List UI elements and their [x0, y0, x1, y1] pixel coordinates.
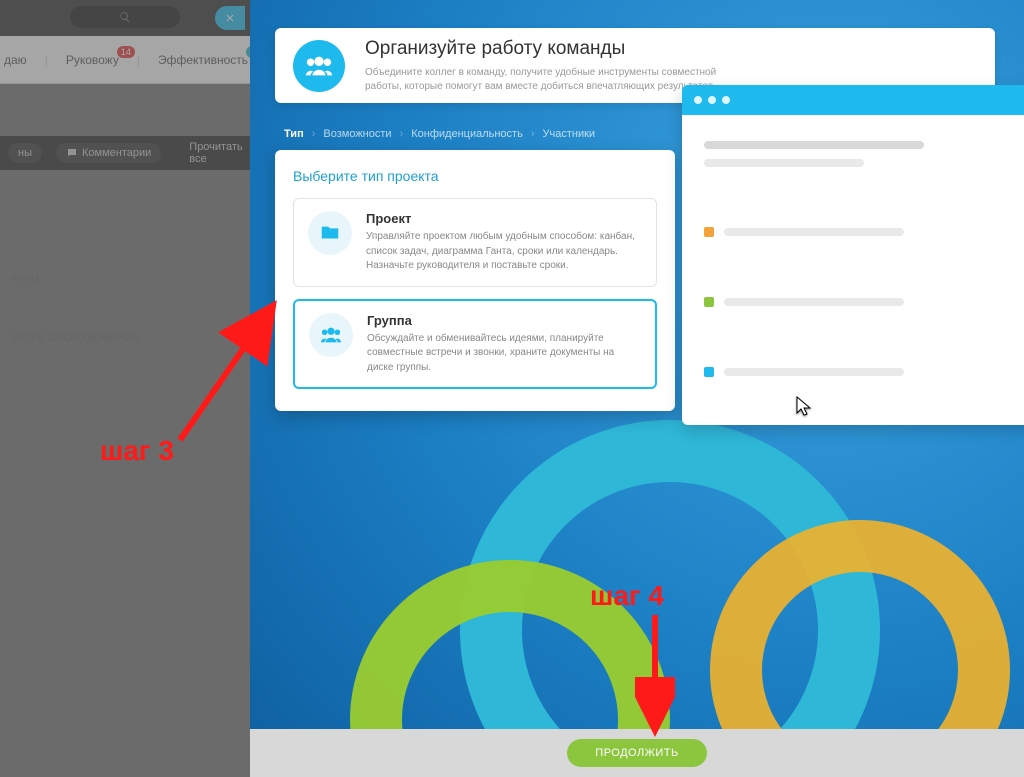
list-item[interactable]: еска) [12, 272, 238, 284]
skeleton-line [724, 368, 904, 376]
left-task-list: еска) ОЩЕЕ ОБОРУДОВАНИЕ [0, 170, 250, 416]
hero-title: Организуйте работу команды [365, 38, 745, 60]
filter-pill[interactable]: ны [8, 143, 42, 163]
select-card-title: Выберите тип проекта [293, 168, 657, 184]
chevron-right-icon: › [400, 128, 404, 140]
window-dot [722, 96, 730, 104]
skeleton-line [724, 228, 904, 236]
option-group-desc: Обсуждайте и обменивайтесь идеями, плани… [367, 332, 641, 376]
chevron-right-icon: › [531, 128, 535, 140]
left-tabs: даю | Руковожу 14 | Эффективность 86% | … [0, 36, 250, 84]
crumb-privacy[interactable]: Конфиденциальность [411, 128, 523, 140]
breadcrumb: Тип › Возможности › Конфиденциальность ›… [284, 128, 595, 140]
window-dot [694, 96, 702, 104]
crumb-members[interactable]: Участники [543, 128, 596, 140]
color-chip-orange [704, 227, 714, 237]
preview-titlebar [682, 85, 1024, 115]
skeleton-line [724, 298, 904, 306]
tab-efficiency-label: Эффективность [158, 53, 248, 67]
list-item[interactable]: ОЩЕЕ ОБОРУДОВАНИЕ [12, 332, 238, 344]
option-project-desc: Управляйте проектом любым удобным способ… [366, 230, 642, 274]
left-topbar [0, 0, 250, 36]
tab-lead[interactable]: Руковожу 14 [66, 53, 119, 67]
comments-pill[interactable]: Комментарии [56, 143, 161, 163]
search-input[interactable] [70, 6, 180, 28]
close-icon [224, 12, 236, 24]
crumb-capabilities[interactable]: Возможности [323, 128, 391, 140]
read-all-link[interactable]: Прочитать все [189, 141, 242, 165]
tab-efficiency[interactable]: Эффективность 86% [158, 53, 248, 67]
tab-lead-label: Руковожу [66, 53, 119, 67]
search-icon [119, 11, 131, 23]
project-type-card: Выберите тип проекта Проект Управляйте п… [275, 150, 675, 411]
close-panel-button[interactable] [215, 6, 245, 30]
crumb-type[interactable]: Тип [284, 128, 304, 140]
color-chip-blue [704, 367, 714, 377]
chevron-right-icon: › [312, 128, 316, 140]
preview-body [682, 115, 1024, 403]
option-project[interactable]: Проект Управляйте проектом любым удобным… [293, 198, 657, 287]
team-icon [293, 40, 345, 92]
left-background-panel: даю | Руковожу 14 | Эффективность 86% | … [0, 0, 250, 777]
option-group[interactable]: Группа Обсуждайте и обменивайтесь идеями… [293, 299, 657, 390]
badge-tasks-count: 14 [117, 46, 135, 58]
window-dot [708, 96, 716, 104]
color-chip-green [704, 297, 714, 307]
skeleton-line [704, 159, 864, 167]
folder-icon [308, 211, 352, 255]
tab-create[interactable]: даю [4, 53, 27, 67]
comments-icon [66, 147, 78, 159]
skeleton-line [704, 141, 924, 149]
comments-label: Комментарии [82, 147, 151, 159]
left-subbar: ны Комментарии Прочитать все [0, 136, 250, 170]
continue-button[interactable]: ПРОДОЛЖИТЬ [567, 739, 706, 767]
modal-backdrop: Организуйте работу команды Объедините ко… [250, 0, 1024, 777]
option-group-title: Группа [367, 313, 641, 328]
preview-window [682, 85, 1024, 425]
footer-bar: ПРОДОЛЖИТЬ [250, 729, 1024, 777]
option-project-title: Проект [366, 211, 642, 226]
group-icon [309, 313, 353, 357]
